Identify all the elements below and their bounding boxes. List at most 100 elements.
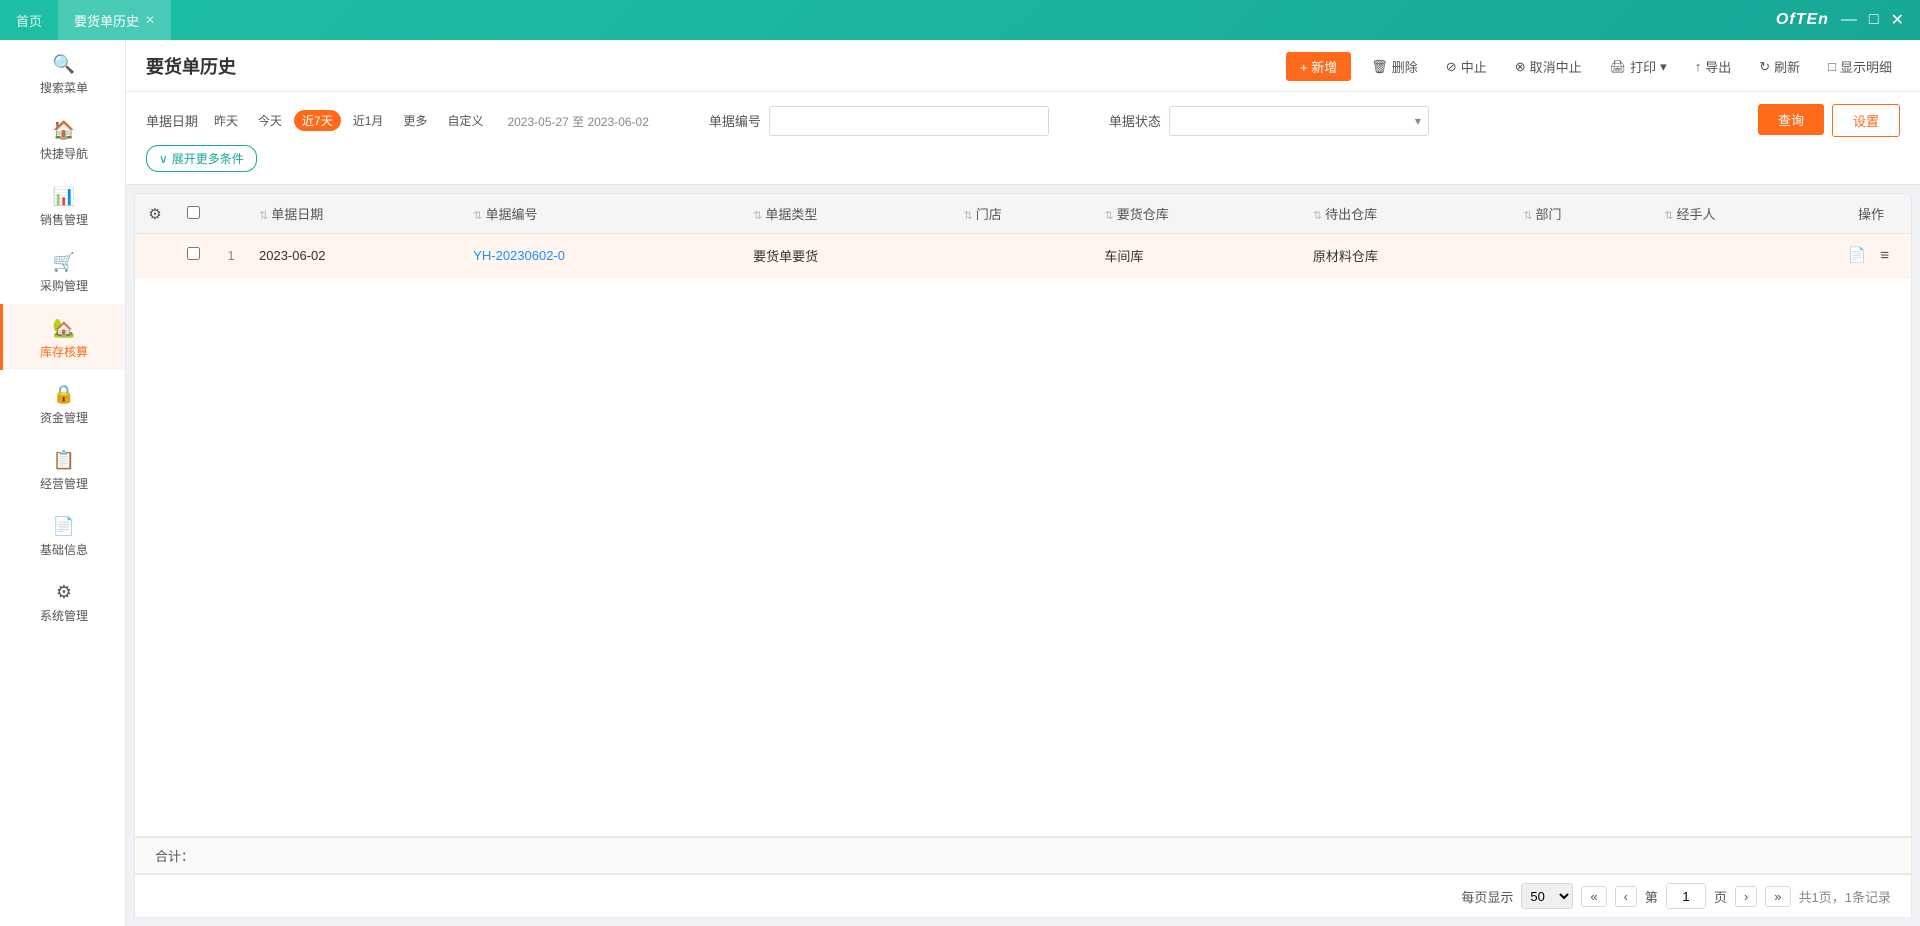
date-filter-item: 单据日期 昨天 今天 近7天 近1月 更多 自定义 2023-05-27 至 2…	[146, 110, 649, 131]
sidebar-item-purchase-mgmt[interactable]: 🛒 采购管理	[0, 238, 125, 304]
date-chip-more[interactable]: 更多	[395, 110, 435, 131]
bill-no-link[interactable]: YH-20230602-0	[473, 248, 565, 263]
sidebar-item-label: 库存核算	[40, 343, 88, 360]
expand-icon: ∨	[159, 152, 168, 166]
system-mgmt-icon: ⚙	[56, 582, 72, 603]
tab-close-icon[interactable]: ✕	[145, 13, 155, 27]
sidebar-item-inventory-calc[interactable]: 🏡 库存核算	[0, 304, 125, 370]
per-page-select[interactable]: 10 20 50 100	[1521, 883, 1573, 909]
row-bill-date: 2023-06-02	[251, 234, 465, 278]
page-header: 要货单历史 + 新增 🗑 删除 ⊘ 中止 ⊗ 取消中止	[126, 40, 1920, 92]
page-title: 要货单历史	[146, 53, 236, 79]
billno-filter-input[interactable]	[769, 106, 1049, 136]
page-first-btn[interactable]: «	[1581, 886, 1606, 907]
query-button[interactable]: 查询	[1758, 104, 1824, 135]
sidebar-item-label: 采购管理	[40, 277, 88, 294]
col-pending-warehouse[interactable]: 待出仓库	[1305, 194, 1515, 234]
col-dept[interactable]: 部门	[1515, 194, 1656, 234]
sidebar-item-system-mgmt[interactable]: ⚙ 系统管理	[0, 568, 125, 634]
page-next-btn[interactable]: ›	[1735, 886, 1757, 907]
cancel-stop-icon: ⊗	[1515, 59, 1526, 75]
page-last-btn[interactable]: »	[1765, 886, 1790, 907]
row-bill-no: YH-20230602-0	[465, 234, 745, 278]
export-button[interactable]: ↑ 导出	[1687, 53, 1740, 80]
stop-button[interactable]: ⊘ 中止	[1438, 53, 1495, 80]
col-bill-no[interactable]: 单据编号	[465, 194, 745, 234]
status-select-wrapper	[1169, 106, 1429, 136]
sidebar-item-quick-nav[interactable]: 🏠 快捷导航	[0, 106, 125, 172]
table-row: 1 2023-06-02 YH-20230602-0 要货单要货 车间库 原材料…	[135, 234, 1911, 278]
sidebar-item-label: 系统管理	[40, 607, 88, 624]
row-settings	[135, 234, 175, 278]
row-num: 1	[211, 234, 251, 278]
col-settings: ⚙	[135, 194, 175, 234]
column-settings-icon[interactable]: ⚙	[148, 206, 161, 223]
sidebar-item-sales-mgmt[interactable]: 📊 销售管理	[0, 172, 125, 238]
tab-home[interactable]: 首页	[0, 0, 58, 40]
window-close-btn[interactable]: ✕	[1891, 10, 1904, 30]
col-store[interactable]: 门店	[955, 194, 1096, 234]
row-handler	[1656, 234, 1831, 278]
select-all-checkbox[interactable]	[187, 206, 200, 219]
date-chip-7days[interactable]: 近7天	[294, 110, 341, 131]
finance-mgmt-icon: 🔒	[53, 384, 75, 405]
sidebar-item-finance-mgmt[interactable]: 🔒 资金管理	[0, 370, 125, 436]
row-pending-warehouse: 原材料仓库	[1305, 234, 1515, 278]
row-dept	[1515, 234, 1656, 278]
quick-nav-icon: 🏠	[53, 120, 75, 141]
setting-button[interactable]: 设置	[1832, 104, 1900, 137]
billno-filter-label: 单据编号	[709, 111, 761, 130]
table-footer: 合计：	[134, 837, 1912, 874]
search-menu-icon: 🔍	[53, 54, 75, 75]
per-page-label: 每页显示	[1461, 887, 1513, 906]
col-operation: 操作	[1831, 194, 1911, 234]
pagination-bar: 每页显示 10 20 50 100 « ‹ 第 页 › » 共1页，1条记录	[134, 874, 1912, 918]
col-handler[interactable]: 经手人	[1656, 194, 1831, 234]
date-chip-custom[interactable]: 自定义	[439, 110, 491, 131]
delete-button[interactable]: 🗑 删除	[1363, 53, 1426, 80]
page-number-input[interactable]	[1666, 883, 1706, 909]
page-label-before: 第	[1645, 887, 1658, 906]
row-edit-icon[interactable]: 📄	[1845, 243, 1869, 267]
main-layout: 🔍 搜索菜单 🏠 快捷导航 📊 销售管理 🛒 采购管理 🏡 库存核算 🔒 资金管…	[0, 40, 1920, 926]
row-more-icon[interactable]: ≡	[1873, 244, 1897, 268]
col-bill-date[interactable]: 单据日期	[251, 194, 465, 234]
print-button[interactable]: 🖨 打印 ▾	[1602, 53, 1675, 80]
status-filter-item: 单据状态	[1109, 106, 1429, 136]
display-detail-icon: □	[1828, 59, 1836, 74]
billno-filter-item: 单据编号	[709, 106, 1049, 136]
display-detail-button[interactable]: □ 显示明细	[1820, 53, 1900, 80]
tab-requisition-history[interactable]: 要货单历史 ✕	[58, 0, 171, 40]
refresh-button[interactable]: ↻ 刷新	[1751, 53, 1808, 80]
date-chip-1month[interactable]: 近1月	[345, 110, 392, 131]
top-bar-tabs: 首页 要货单历史 ✕	[0, 0, 1776, 40]
sidebar-item-operation-mgmt[interactable]: 📋 经营管理	[0, 436, 125, 502]
table-container: ⚙ 单据日期 单据编号 单据类型 门店 要货仓库 待出仓库 部门 经手人	[134, 193, 1912, 837]
content-area: 要货单历史 + 新增 🗑 删除 ⊘ 中止 ⊗ 取消中止	[126, 40, 1920, 926]
col-checkbox	[175, 194, 211, 234]
refresh-icon: ↻	[1759, 59, 1770, 75]
data-table: ⚙ 单据日期 单据编号 单据类型 门店 要货仓库 待出仓库 部门 经手人	[135, 194, 1911, 278]
date-chip-yesterday[interactable]: 昨天	[206, 110, 246, 131]
row-store	[955, 234, 1096, 278]
new-button[interactable]: + 新增	[1286, 52, 1351, 81]
status-filter-select[interactable]	[1169, 106, 1429, 136]
basic-info-icon: 📄	[53, 516, 75, 537]
row-req-warehouse: 车间库	[1096, 234, 1304, 278]
status-filter-label: 单据状态	[1109, 111, 1161, 130]
top-bar: 首页 要货单历史 ✕ OfTEn — □ ✕	[0, 0, 1920, 40]
sidebar-item-basic-info[interactable]: 📄 基础信息	[0, 502, 125, 568]
expand-more-btn[interactable]: ∨ 展开更多条件	[146, 145, 257, 172]
page-prev-btn[interactable]: ‹	[1615, 886, 1637, 907]
table-body: 1 2023-06-02 YH-20230602-0 要货单要货 车间库 原材料…	[135, 234, 1911, 278]
window-minimize-btn[interactable]: —	[1841, 11, 1857, 29]
filter-area: 单据日期 昨天 今天 近7天 近1月 更多 自定义 2023-05-27 至 2…	[126, 92, 1920, 185]
row-checkbox[interactable]	[187, 247, 200, 260]
col-bill-type[interactable]: 单据类型	[745, 194, 955, 234]
sidebar-item-search-menu[interactable]: 🔍 搜索菜单	[0, 40, 125, 106]
window-maximize-btn[interactable]: □	[1869, 11, 1879, 29]
date-chip-today[interactable]: 今天	[250, 110, 290, 131]
col-req-warehouse[interactable]: 要货仓库	[1096, 194, 1304, 234]
cancel-stop-button[interactable]: ⊗ 取消中止	[1507, 53, 1590, 80]
print-dropdown-icon: ▾	[1660, 59, 1667, 75]
